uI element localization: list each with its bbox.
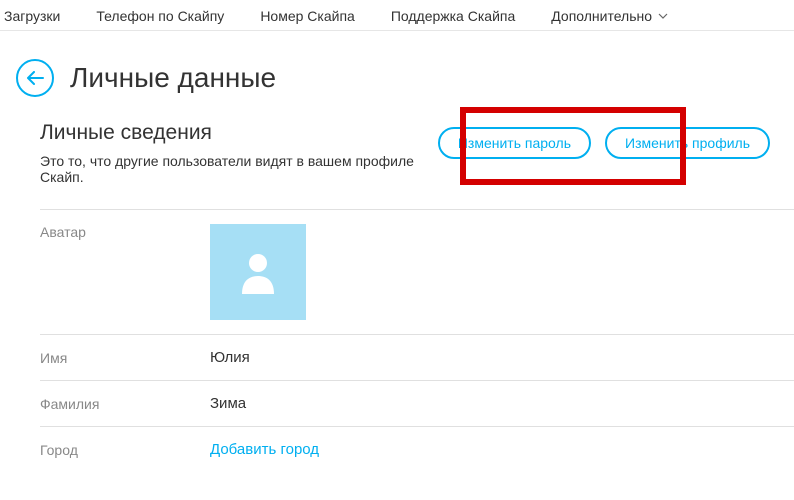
- nav-item-more[interactable]: Дополнительно: [551, 8, 668, 24]
- field-city: Город Добавить город: [40, 427, 794, 472]
- field-avatar: Аватар: [40, 209, 794, 335]
- back-button[interactable]: [16, 59, 54, 97]
- personal-info-section: Личные сведения Это то, что другие польз…: [0, 121, 794, 472]
- page-header: Личные данные: [0, 31, 794, 121]
- section-actions: Изменить пароль Изменить профиль: [438, 127, 770, 159]
- section-header: Личные сведения Это то, что другие польз…: [40, 121, 794, 209]
- field-name-label: Имя: [40, 350, 210, 366]
- field-name-value: Юлия: [210, 349, 250, 366]
- field-surname-value: Зима: [210, 395, 246, 412]
- avatar[interactable]: [210, 224, 306, 320]
- change-password-button[interactable]: Изменить пароль: [438, 127, 591, 159]
- section-title: Личные сведения: [40, 121, 438, 145]
- chevron-down-icon: [658, 13, 668, 19]
- person-icon: [238, 250, 278, 294]
- edit-profile-button[interactable]: Изменить профиль: [605, 127, 770, 159]
- nav-item-downloads[interactable]: Загрузки: [4, 8, 60, 24]
- section-description: Это то, что другие пользователи видят в …: [40, 153, 438, 185]
- add-city-link[interactable]: Добавить город: [210, 441, 319, 458]
- page-title: Личные данные: [70, 62, 276, 94]
- nav-item-support[interactable]: Поддержка Скайпа: [391, 8, 515, 24]
- nav-item-more-label: Дополнительно: [551, 8, 652, 24]
- field-city-label: Город: [40, 442, 210, 458]
- field-name: Имя Юлия: [40, 335, 794, 381]
- nav-item-skype-phone[interactable]: Телефон по Скайпу: [96, 8, 224, 24]
- field-avatar-label: Аватар: [40, 224, 210, 240]
- arrow-left-icon: [26, 71, 44, 85]
- nav-item-skype-number[interactable]: Номер Скайпа: [260, 8, 355, 24]
- field-surname: Фамилия Зима: [40, 381, 794, 427]
- field-surname-label: Фамилия: [40, 396, 210, 412]
- top-nav: Загрузки Телефон по Скайпу Номер Скайпа …: [0, 0, 794, 31]
